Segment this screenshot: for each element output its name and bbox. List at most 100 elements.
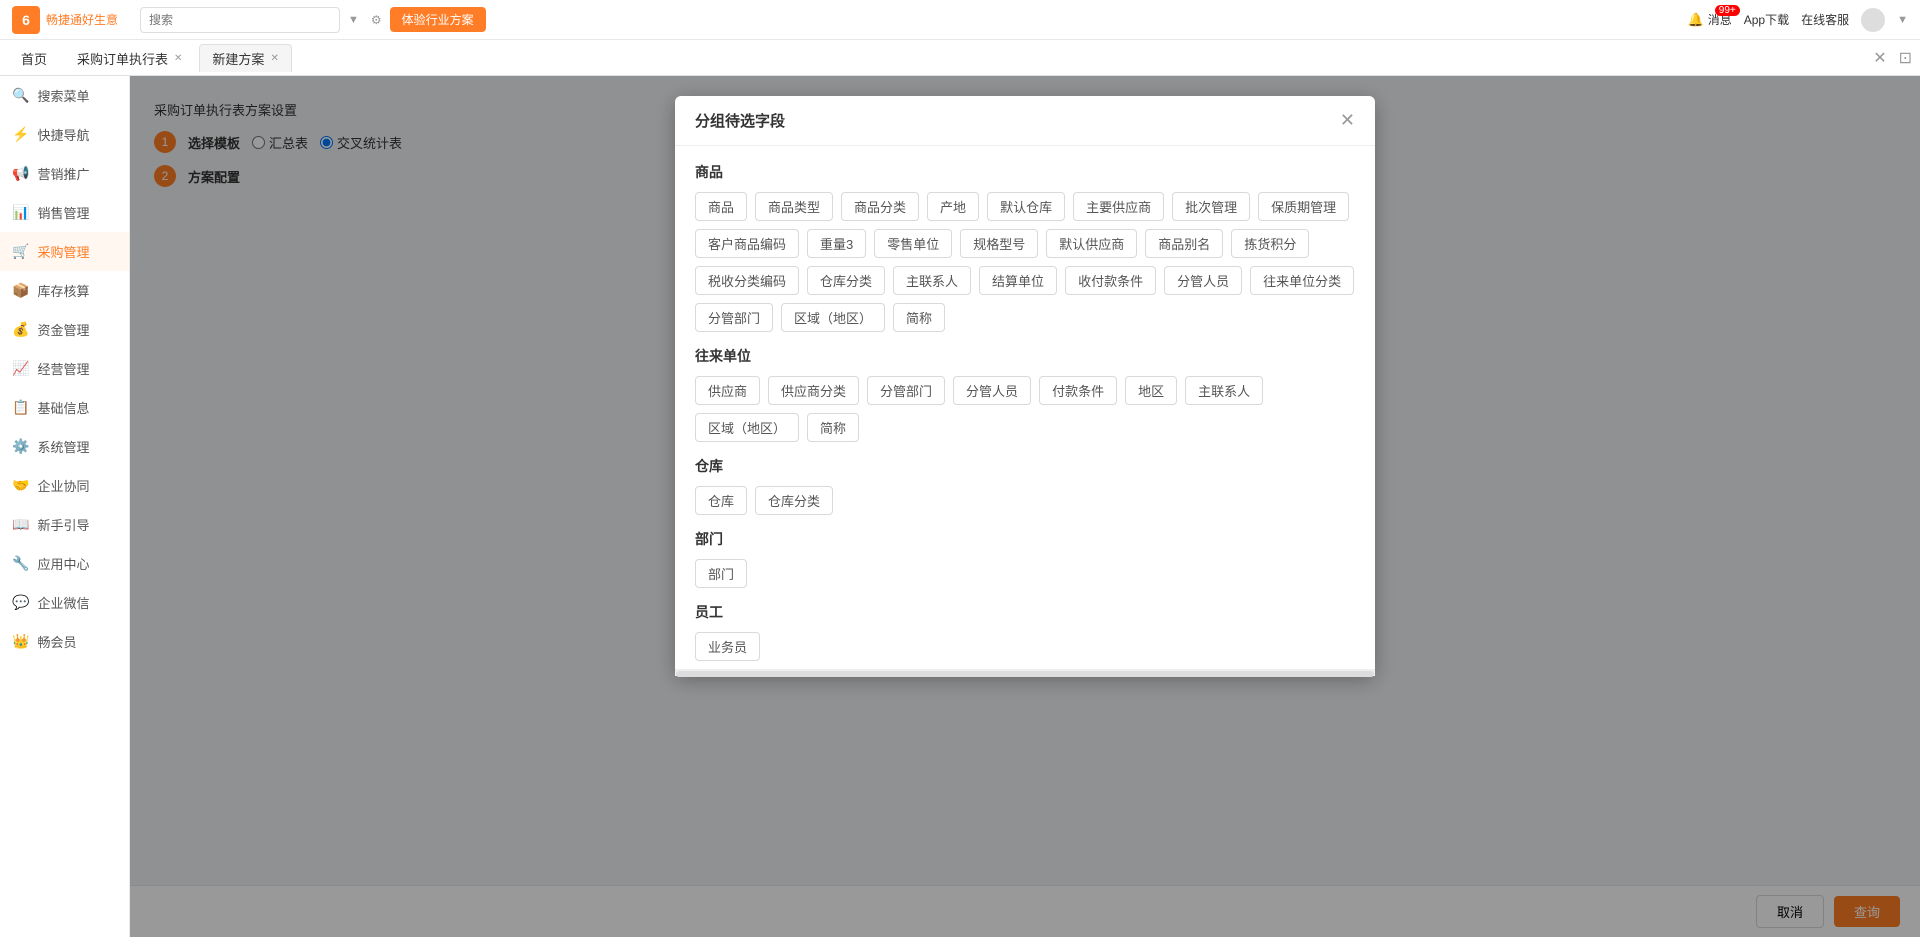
tab-bar-expand[interactable]: ⊡ xyxy=(1899,48,1912,68)
sidebar-item-basic-info-label: 基础信息 xyxy=(37,398,89,417)
enterprise-icon: 🤝 xyxy=(12,477,29,494)
sidebar-item-appstore-label: 应用中心 xyxy=(37,554,89,573)
sidebar-item-system-label: 系统管理 xyxy=(37,437,89,456)
tab-new-plan[interactable]: 新建方案 ✕ xyxy=(199,44,291,72)
horizontal-scrollbar[interactable] xyxy=(675,669,1375,676)
sidebar-item-sales-label: 销售管理 xyxy=(37,203,89,222)
field-tag-payment-terms[interactable]: 收付款条件 xyxy=(1065,266,1156,295)
field-tag-default-warehouse[interactable]: 默认仓库 xyxy=(987,192,1065,221)
field-tag-region[interactable]: 区域（地区） xyxy=(781,303,885,332)
field-tag-customer-code[interactable]: 客户商品编码 xyxy=(695,229,799,258)
sidebar-item-system[interactable]: ⚙️ 系统管理 xyxy=(0,427,129,466)
field-tag-abbr2[interactable]: 简称 xyxy=(807,413,859,442)
partner-field-grid: 供应商 供应商分类 分管部门 分管人员 付款条件 地区 主联系人 区域（地区） … xyxy=(695,376,1355,442)
field-tag-staff-manage[interactable]: 分管人员 xyxy=(953,376,1031,405)
field-tag-goods-alias[interactable]: 商品别名 xyxy=(1145,229,1223,258)
content-area: 采购订单执行表方案设置 1 选择模板 汇总表 交叉统计表 xyxy=(130,76,1920,937)
field-tag-warehouse-category[interactable]: 仓库分类 xyxy=(807,266,885,295)
tab-purchase-order-close[interactable]: ✕ xyxy=(174,53,182,64)
app-download[interactable]: App下载 xyxy=(1744,11,1789,28)
sidebar-item-operations[interactable]: 📈 经营管理 xyxy=(0,349,129,388)
sidebar-item-enterprise[interactable]: 🤝 企业协同 xyxy=(0,466,129,505)
dept-field-grid: 部门 xyxy=(695,559,1355,588)
field-tag-origin[interactable]: 产地 xyxy=(927,192,979,221)
inventory-icon: 📦 xyxy=(12,282,29,299)
basic-info-icon: 📋 xyxy=(12,399,29,416)
vip-icon: 👑 xyxy=(12,633,29,650)
sidebar-item-guide[interactable]: 📖 新手引导 xyxy=(0,505,129,544)
field-tag-supplier-category[interactable]: 供应商分类 xyxy=(768,376,859,405)
sidebar-item-vip[interactable]: 👑 畅会员 xyxy=(0,622,129,661)
sidebar-item-finance-label: 资金管理 xyxy=(37,320,89,339)
sidebar-item-inventory[interactable]: 📦 库存核算 xyxy=(0,271,129,310)
sidebar-item-purchase[interactable]: 🛒 采购管理 xyxy=(0,232,129,271)
field-tag-warehouse-cat[interactable]: 仓库分类 xyxy=(755,486,833,515)
field-tag-supplier[interactable]: 供应商 xyxy=(695,376,760,405)
field-tag-spec-model[interactable]: 规格型号 xyxy=(960,229,1038,258)
purchase-icon: 🛒 xyxy=(12,243,29,260)
field-tag-goods-category[interactable]: 商品分类 xyxy=(841,192,919,221)
field-tag-expiry-mgmt[interactable]: 保质期管理 xyxy=(1258,192,1349,221)
field-tag-manage-dept[interactable]: 分管部门 xyxy=(695,303,773,332)
goods-field-grid: 商品 商品类型 商品分类 产地 默认仓库 主要供应商 批次管理 保质期管理 客户… xyxy=(695,192,1355,332)
field-tag-goods[interactable]: 商品 xyxy=(695,192,747,221)
sales-icon: 📊 xyxy=(12,204,29,221)
marketing-icon: 📢 xyxy=(12,165,29,182)
sidebar-item-appstore[interactable]: 🔧 应用中心 xyxy=(0,544,129,583)
tab-bar-close[interactable]: ✕ xyxy=(1873,48,1886,68)
sidebar-item-marketing[interactable]: 📢 营销推广 xyxy=(0,154,129,193)
field-tag-dept-manage[interactable]: 分管部门 xyxy=(867,376,945,405)
tab-new-plan-close[interactable]: ✕ xyxy=(270,53,278,64)
field-tag-abbr[interactable]: 简称 xyxy=(893,303,945,332)
settings-icon[interactable]: ⚙ xyxy=(371,13,382,27)
field-tag-supervisor[interactable]: 分管人员 xyxy=(1164,266,1242,295)
tab-purchase-order[interactable]: 采购订单执行表 ✕ xyxy=(64,44,195,72)
main-layout: 🔍 搜索菜单 ⚡ 快捷导航 📢 营销推广 📊 销售管理 🛒 采购管理 📦 库存核… xyxy=(0,76,1920,937)
field-select-modal: 分组待选字段 ✕ 商品 商品 商品类型 商品分类 产地 默认仓库 主要供应商 批… xyxy=(675,96,1375,676)
tab-home[interactable]: 首页 xyxy=(8,44,60,72)
sidebar-item-search[interactable]: 🔍 搜索菜单 xyxy=(0,76,129,115)
field-tag-pick-points[interactable]: 拣货积分 xyxy=(1231,229,1309,258)
field-tag-tax-code[interactable]: 税收分类编码 xyxy=(695,266,799,295)
field-tag-batch-mgmt[interactable]: 批次管理 xyxy=(1172,192,1250,221)
field-tag-area[interactable]: 地区 xyxy=(1125,376,1177,405)
field-tag-main-supplier[interactable]: 主要供应商 xyxy=(1073,192,1164,221)
sidebar-item-sales[interactable]: 📊 销售管理 xyxy=(0,193,129,232)
notification-area[interactable]: 🔔 消息 99+ xyxy=(1688,11,1732,28)
avatar[interactable] xyxy=(1861,8,1885,32)
field-tag-main-contact2[interactable]: 主联系人 xyxy=(1185,376,1263,405)
field-tag-warehouse[interactable]: 仓库 xyxy=(695,486,747,515)
field-tag-retail-unit[interactable]: 零售单位 xyxy=(874,229,952,258)
sidebar-item-quick-nav-label: 快捷导航 xyxy=(37,125,89,144)
field-tag-goods-type[interactable]: 商品类型 xyxy=(755,192,833,221)
field-tag-pay-terms[interactable]: 付款条件 xyxy=(1039,376,1117,405)
field-tag-weight3[interactable]: 重量3 xyxy=(807,229,866,258)
field-tag-sales-staff[interactable]: 业务员 xyxy=(695,632,760,661)
sidebar-item-finance[interactable]: 💰 资金管理 xyxy=(0,310,129,349)
modal-header: 分组待选字段 ✕ xyxy=(675,96,1375,146)
search-input[interactable] xyxy=(140,7,340,33)
sidebar-item-basic-info[interactable]: 📋 基础信息 xyxy=(0,388,129,427)
sidebar-item-quick-nav[interactable]: ⚡ 快捷导航 xyxy=(0,115,129,154)
sidebar: 🔍 搜索菜单 ⚡ 快捷导航 📢 营销推广 📊 销售管理 🛒 采购管理 📦 库存核… xyxy=(0,76,130,937)
top-bar: 6 畅捷通好生意 ▼ ⚙ 体验行业方案 🔔 消息 99+ App下载 在线客服 … xyxy=(0,0,1920,40)
sidebar-item-purchase-label: 采购管理 xyxy=(37,242,89,261)
section-title-partner: 往来单位 xyxy=(695,346,1355,366)
sidebar-item-wechat[interactable]: 💬 企业微信 xyxy=(0,583,129,622)
top-actions: 🔔 消息 99+ App下载 在线客服 ▼ xyxy=(1688,8,1908,32)
field-tag-main-contact[interactable]: 主联系人 xyxy=(893,266,971,295)
section-title-warehouse: 仓库 xyxy=(695,456,1355,476)
field-tag-settlement-unit[interactable]: 结算单位 xyxy=(979,266,1057,295)
sidebar-item-vip-label: 畅会员 xyxy=(37,632,76,651)
field-tag-default-supplier[interactable]: 默认供应商 xyxy=(1046,229,1137,258)
field-tag-partner-category[interactable]: 往来单位分类 xyxy=(1250,266,1354,295)
online-service[interactable]: 在线客服 xyxy=(1801,11,1849,28)
field-tag-dept[interactable]: 部门 xyxy=(695,559,747,588)
section-title-dept: 部门 xyxy=(695,529,1355,549)
dropdown-arrow[interactable]: ▼ xyxy=(348,14,359,26)
user-dropdown[interactable]: ▼ xyxy=(1897,14,1908,26)
field-tag-region2[interactable]: 区域（地区） xyxy=(695,413,799,442)
notification-icon: 🔔 xyxy=(1688,12,1704,28)
modal-close-btn[interactable]: ✕ xyxy=(1340,110,1355,131)
experience-btn[interactable]: 体验行业方案 xyxy=(390,7,486,32)
